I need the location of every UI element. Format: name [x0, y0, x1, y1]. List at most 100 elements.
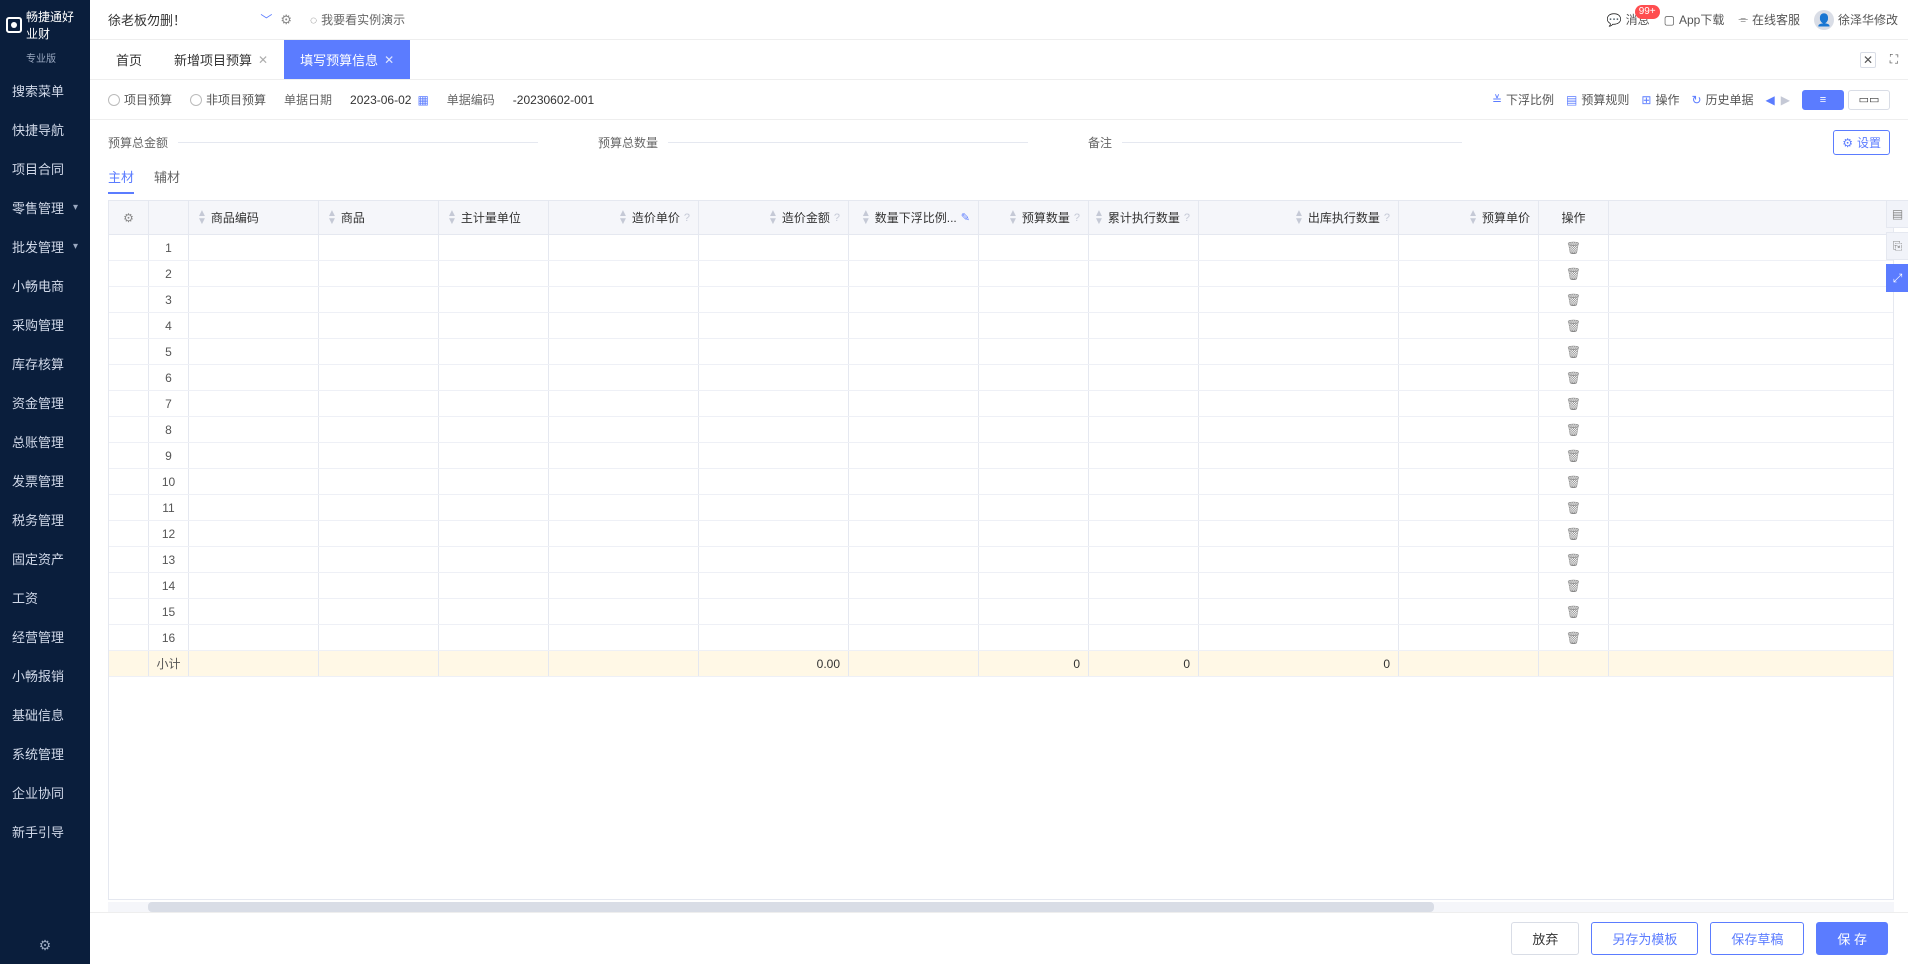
scrollbar-thumb[interactable]: [148, 902, 1434, 912]
prev-doc-button[interactable]: ◀: [1766, 93, 1775, 107]
table-row[interactable]: 12🗑: [109, 521, 1893, 547]
table-row[interactable]: 1🗑: [109, 235, 1893, 261]
col-amount[interactable]: ▲▼ 造价金额 ?: [699, 201, 849, 234]
sidebar-item[interactable]: 企业协同: [0, 773, 90, 812]
trash-icon[interactable]: 🗑: [1566, 345, 1581, 359]
radio-project-budget[interactable]: 项目预算: [108, 91, 172, 108]
rail-link-button[interactable]: ⎘: [1886, 232, 1908, 260]
save-draft-button[interactable]: 保存草稿: [1710, 922, 1804, 955]
table-row[interactable]: 6🗑: [109, 365, 1893, 391]
total-qty-input[interactable]: [668, 142, 1028, 143]
trash-icon[interactable]: 🗑: [1566, 371, 1581, 385]
table-row[interactable]: 13🗑: [109, 547, 1893, 573]
col-price[interactable]: ▲▼ 造价单价 ?: [549, 201, 699, 234]
trash-icon[interactable]: 🗑: [1566, 241, 1581, 255]
col-budget-qty[interactable]: ▲▼ 预算数量 ?: [979, 201, 1089, 234]
user-menu[interactable]: 👤 徐泽华修改: [1814, 10, 1898, 30]
sidebar-item[interactable]: 库存核算: [0, 344, 90, 383]
col-product[interactable]: ▲▼ 商品: [319, 201, 439, 234]
col-ratio[interactable]: ▲▼ 数量下浮比例... ✎: [849, 201, 979, 234]
demo-link[interactable]: ◌ 我要看实例演示: [310, 11, 405, 28]
sidebar-item[interactable]: 快捷导航: [0, 110, 90, 149]
tab-main-material[interactable]: 主材: [108, 167, 134, 194]
close-icon[interactable]: ✕: [384, 53, 394, 67]
message-button[interactable]: 💬 消息 99+: [1607, 11, 1650, 28]
sidebar-item[interactable]: 小畅电商: [0, 266, 90, 305]
sidebar-item[interactable]: 新手引导: [0, 812, 90, 851]
trash-icon[interactable]: 🗑: [1566, 449, 1581, 463]
sidebar-item[interactable]: 项目合同: [0, 149, 90, 188]
sidebar-settings[interactable]: ⚙: [0, 927, 90, 964]
table-row[interactable]: 9🗑: [109, 443, 1893, 469]
next-doc-button[interactable]: ▶: [1781, 93, 1790, 107]
save-button[interactable]: 保 存: [1816, 922, 1888, 955]
tab-aux-material[interactable]: 辅材: [154, 167, 180, 194]
col-cumulative-qty[interactable]: ▲▼ 累计执行数量 ?: [1089, 201, 1199, 234]
sidebar-item[interactable]: 搜索菜单: [0, 71, 90, 110]
budget-rule-button[interactable]: ▤ 预算规则: [1566, 91, 1629, 108]
view-list-button[interactable]: ≡: [1802, 90, 1844, 110]
sidebar-item[interactable]: 资金管理: [0, 383, 90, 422]
trash-icon[interactable]: 🗑: [1566, 397, 1581, 411]
trash-icon[interactable]: 🗑: [1566, 293, 1581, 307]
trash-icon[interactable]: 🗑: [1566, 579, 1581, 593]
table-row[interactable]: 3🗑: [109, 287, 1893, 313]
sidebar-item[interactable]: 小畅报销: [0, 656, 90, 695]
trash-icon[interactable]: 🗑: [1566, 553, 1581, 567]
fullscreen-button[interactable]: ⛶: [1886, 52, 1902, 68]
operate-button[interactable]: ⊞ 操作: [1641, 91, 1679, 108]
sidebar-item[interactable]: 经营管理: [0, 617, 90, 656]
trash-icon[interactable]: 🗑: [1566, 527, 1581, 541]
table-row[interactable]: 16🗑: [109, 625, 1893, 651]
edit-icon[interactable]: ✎: [961, 211, 970, 224]
page-tab[interactable]: 填写预算信息✕: [284, 40, 410, 79]
table-row[interactable]: 14🗑: [109, 573, 1893, 599]
trash-icon[interactable]: 🗑: [1566, 267, 1581, 281]
trash-icon[interactable]: 🗑: [1566, 475, 1581, 489]
col-unit[interactable]: ▲▼ 主计量单位: [439, 201, 549, 234]
table-row[interactable]: 10🗑: [109, 469, 1893, 495]
page-tab[interactable]: 首页: [100, 40, 158, 79]
save-template-button[interactable]: 另存为模板: [1591, 922, 1698, 955]
note-input[interactable]: [1122, 142, 1462, 143]
sidebar-item[interactable]: 系统管理: [0, 734, 90, 773]
col-out-qty[interactable]: ▲▼ 出库执行数量 ?: [1199, 201, 1399, 234]
trash-icon[interactable]: 🗑: [1566, 319, 1581, 333]
table-row[interactable]: 5🗑: [109, 339, 1893, 365]
trash-icon[interactable]: 🗑: [1566, 501, 1581, 515]
trash-icon[interactable]: 🗑: [1566, 423, 1581, 437]
discard-button[interactable]: 放弃: [1511, 922, 1579, 955]
col-code[interactable]: ▲▼ 商品编码: [189, 201, 319, 234]
table-row[interactable]: 7🗑: [109, 391, 1893, 417]
trash-icon[interactable]: 🗑: [1566, 605, 1581, 619]
view-card-button[interactable]: ▭▭: [1848, 90, 1890, 110]
close-icon[interactable]: ✕: [258, 53, 268, 67]
sidebar-item[interactable]: 批发管理▾: [0, 227, 90, 266]
gear-icon[interactable]: ⚙: [280, 12, 292, 28]
customer-service-button[interactable]: ⌯ 在线客服: [1738, 11, 1800, 28]
sidebar-item[interactable]: 发票管理: [0, 461, 90, 500]
sidebar-item[interactable]: 零售管理▾: [0, 188, 90, 227]
close-all-tabs-button[interactable]: ✕: [1860, 52, 1876, 68]
float-ratio-button[interactable]: ≚ 下浮比例: [1492, 91, 1554, 108]
page-tab[interactable]: 新增项目预算✕: [158, 40, 284, 79]
sidebar-item[interactable]: 工资: [0, 578, 90, 617]
rail-note-button[interactable]: ▤: [1886, 200, 1908, 228]
radio-nonproject-budget[interactable]: 非项目预算: [190, 91, 266, 108]
settings-button[interactable]: ⚙ 设置: [1833, 130, 1890, 155]
rail-expand-button[interactable]: ⤢: [1886, 264, 1908, 292]
table-row[interactable]: 11🗑: [109, 495, 1893, 521]
sidebar-item[interactable]: 总账管理: [0, 422, 90, 461]
trash-icon[interactable]: 🗑: [1566, 631, 1581, 645]
table-row[interactable]: 4🗑: [109, 313, 1893, 339]
table-row[interactable]: 8🗑: [109, 417, 1893, 443]
sidebar-item[interactable]: 税务管理: [0, 500, 90, 539]
date-input[interactable]: 2023-06-02 ▦: [350, 93, 429, 107]
sidebar-item[interactable]: 采购管理: [0, 305, 90, 344]
col-budget-price[interactable]: ▲▼ 预算单价: [1399, 201, 1539, 234]
column-config-button[interactable]: ⚙: [109, 201, 149, 234]
horizontal-scrollbar[interactable]: [108, 902, 1894, 912]
table-row[interactable]: 2🗑: [109, 261, 1893, 287]
total-amount-input[interactable]: [178, 142, 538, 143]
app-download-button[interactable]: ▢ App下载: [1664, 11, 1725, 28]
